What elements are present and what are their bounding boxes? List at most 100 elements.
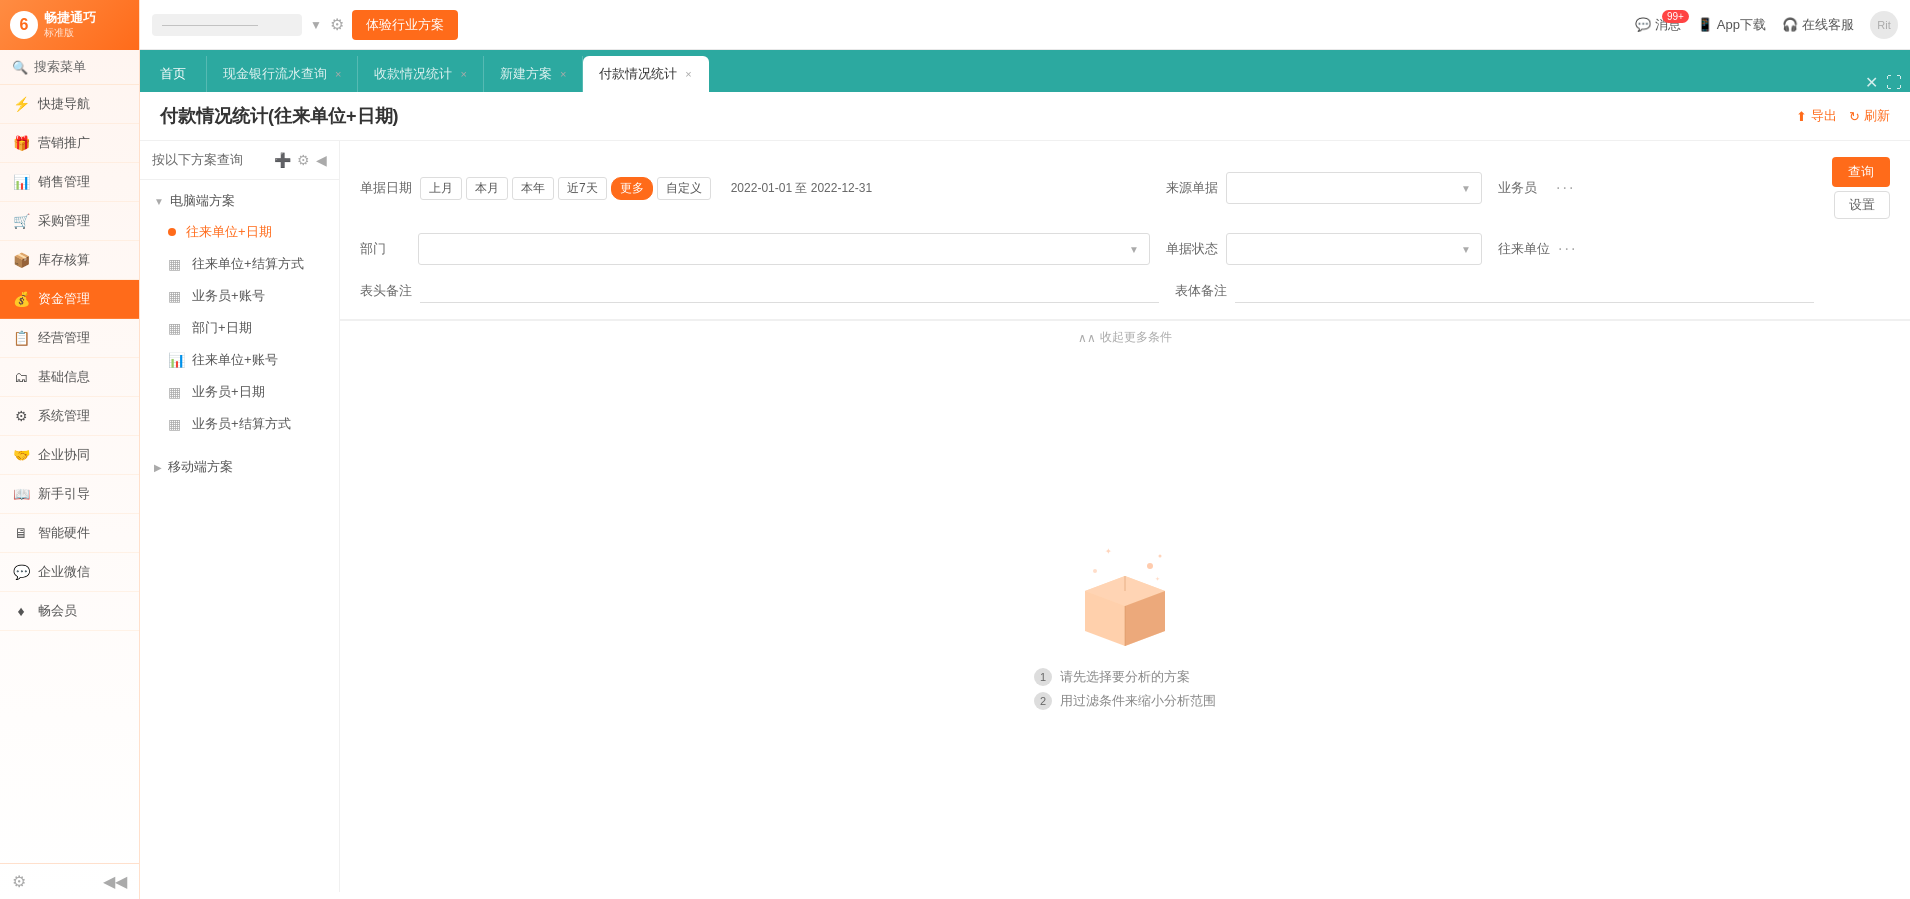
mobile-group-arrow-icon: ▶: [154, 462, 162, 473]
collapse-bar[interactable]: ∧∧ 收起更多条件: [340, 320, 1910, 354]
left-panel-header: 按以下方案查询 ➕ ⚙ ◀: [140, 141, 339, 180]
scheme-unit-account[interactable]: 📊 往来单位+账号: [140, 344, 339, 376]
empty-illustration: ✦ ✦: [1065, 536, 1185, 656]
add-scheme-icon[interactable]: ➕: [274, 152, 291, 168]
filter-actions: 查询 设置: [1830, 157, 1890, 219]
settings-gear-icon[interactable]: ⚙: [12, 872, 26, 891]
step-1-num: 1: [1034, 668, 1052, 686]
scheme-unit-date[interactable]: 往来单位+日期: [140, 216, 339, 248]
unit-label: 往来单位: [1498, 240, 1550, 258]
inventory-icon: 📦: [12, 251, 30, 269]
address-bar[interactable]: ————————: [152, 14, 302, 36]
right-panel: 单据日期 上月 本月 本年 近7天 更多 自定义 2022-01-01 至 20…: [340, 141, 1910, 892]
sidebar-item-guide[interactable]: 📖 新手引导: [0, 475, 139, 514]
collapse-sidebar-icon[interactable]: ◀◀: [103, 872, 127, 891]
sidebar-item-basic[interactable]: 🗂 基础信息: [0, 358, 139, 397]
chevron-down-icon[interactable]: ▼: [310, 18, 322, 32]
header-note-input[interactable]: [420, 279, 1159, 303]
tab-home[interactable]: 首页: [140, 56, 207, 92]
scheme-dept-date[interactable]: ▦ 部门+日期: [140, 312, 339, 344]
sidebar-item-system[interactable]: ⚙ 系统管理: [0, 397, 139, 436]
sidebar-item-wechat[interactable]: 💬 企业微信: [0, 553, 139, 592]
tab-home-label: 首页: [160, 65, 186, 83]
more-date-btn[interactable]: 更多: [611, 177, 653, 200]
sidebar-item-purchase[interactable]: 🛒 采购管理: [0, 202, 139, 241]
tab-new-plan-close[interactable]: ×: [560, 68, 566, 80]
scheme-settings-icon[interactable]: ⚙: [297, 152, 310, 168]
topbar-gear-icon[interactable]: ⚙: [330, 15, 344, 34]
tab-payment-stat-label: 付款情况统计: [599, 65, 677, 83]
this-month-btn[interactable]: 本月: [466, 177, 508, 200]
page-header: 付款情况统计(往来单位+日期) ⬆ 导出 ↻ 刷新: [140, 92, 1910, 141]
body-note-label: 表体备注: [1175, 282, 1227, 300]
filter-body-note: 表体备注: [1175, 279, 1814, 303]
search-label: 搜索菜单: [34, 58, 86, 76]
dept-select[interactable]: ▼: [418, 233, 1150, 265]
tabbar: 首页 现金银行流水查询 × 收款情况统计 × 新建方案 × 付款情况统计 × ✕…: [140, 50, 1910, 92]
trial-button[interactable]: 体验行业方案: [352, 10, 458, 40]
scheme-staff-settle[interactable]: ▦ 业务员+结算方式: [140, 408, 339, 440]
close-all-tabs-icon[interactable]: ✕: [1865, 73, 1878, 92]
scheme-grid-icon: ▦: [168, 320, 184, 336]
sidebar-item-corp[interactable]: 🤝 企业协同: [0, 436, 139, 475]
tab-new-plan[interactable]: 新建方案 ×: [484, 56, 583, 92]
search-menu[interactable]: 🔍 搜索菜单: [0, 50, 139, 85]
source-select[interactable]: ▼: [1226, 172, 1482, 204]
staff-more-icon[interactable]: ···: [1556, 179, 1575, 197]
marketing-icon: 🎁: [12, 134, 30, 152]
tab-payment-stat[interactable]: 付款情况统计 ×: [583, 56, 708, 92]
sidebar-item-inventory[interactable]: 📦 库存核算: [0, 241, 139, 280]
sidebar-item-hardware[interactable]: 🖥 智能硬件: [0, 514, 139, 553]
sidebar-item-quick-nav[interactable]: ⚡ 快捷导航: [0, 85, 139, 124]
search-icon: 🔍: [12, 60, 28, 75]
export-button[interactable]: ⬆ 导出: [1796, 107, 1837, 125]
bill-status-arrow-icon: ▼: [1461, 244, 1471, 255]
settings-button[interactable]: 设置: [1834, 191, 1890, 219]
refresh-button[interactable]: ↻ 刷新: [1849, 107, 1890, 125]
tab-receipt-stat[interactable]: 收款情况统计 ×: [358, 56, 483, 92]
bill-status-select[interactable]: ▼: [1226, 233, 1482, 265]
last-month-btn[interactable]: 上月: [420, 177, 462, 200]
app-download-label: App下载: [1717, 16, 1766, 34]
member-icon: ♦: [12, 602, 30, 620]
sidebar-item-finance[interactable]: 💰 资金管理: [0, 280, 139, 319]
last-7days-btn[interactable]: 近7天: [558, 177, 607, 200]
operation-icon: 📋: [12, 329, 30, 347]
messages-button[interactable]: 💬 消息 99+: [1635, 16, 1681, 34]
purchase-icon: 🛒: [12, 212, 30, 230]
app-download-button[interactable]: 📱 App下载: [1697, 16, 1766, 34]
nav-label: 采购管理: [38, 212, 90, 230]
nav-label: 库存核算: [38, 251, 90, 269]
sidebar-item-marketing[interactable]: 🎁 营销推广: [0, 124, 139, 163]
scheme-label: 业务员+账号: [192, 287, 265, 305]
unit-more-icon[interactable]: ···: [1558, 240, 1577, 258]
this-year-btn[interactable]: 本年: [512, 177, 554, 200]
svg-text:✦: ✦: [1105, 547, 1112, 556]
sidebar-item-member[interactable]: ♦ 畅会员: [0, 592, 139, 631]
tab-payment-stat-close[interactable]: ×: [685, 68, 691, 80]
filter-row-1: 单据日期 上月 本月 本年 近7天 更多 自定义 2022-01-01 至 20…: [360, 157, 1890, 219]
tab-bank-flow[interactable]: 现金银行流水查询 ×: [207, 56, 358, 92]
maximize-icon[interactable]: ⛶: [1886, 74, 1902, 92]
collapse-panel-icon[interactable]: ◀: [316, 152, 327, 168]
scheme-staff-date[interactable]: ▦ 业务员+日期: [140, 376, 339, 408]
scheme-grid-icon: ▦: [168, 384, 184, 400]
address-text: ————————: [162, 18, 258, 32]
body-note-input[interactable]: [1235, 279, 1814, 303]
query-button[interactable]: 查询: [1832, 157, 1890, 187]
scheme-unit-settle[interactable]: ▦ 往来单位+结算方式: [140, 248, 339, 280]
date-buttons: 上月 本月 本年 近7天 更多 自定义: [420, 177, 711, 200]
finance-icon: 💰: [12, 290, 30, 308]
tab-receipt-stat-close[interactable]: ×: [460, 68, 466, 80]
nav-label: 经营管理: [38, 329, 90, 347]
mobile-group-header[interactable]: ▶ 移动端方案: [140, 452, 339, 482]
scheme-staff-account[interactable]: ▦ 业务员+账号: [140, 280, 339, 312]
sidebar-item-sales[interactable]: 📊 销售管理: [0, 163, 139, 202]
online-service-button[interactable]: 🎧 在线客服: [1782, 16, 1854, 34]
custom-date-btn[interactable]: 自定义: [657, 177, 711, 200]
desktop-group-header[interactable]: ▼ 电脑端方案: [140, 186, 339, 216]
avatar[interactable]: Rit: [1870, 11, 1898, 39]
tab-bank-flow-close[interactable]: ×: [335, 68, 341, 80]
sidebar-item-operation[interactable]: 📋 经营管理: [0, 319, 139, 358]
system-icon: ⚙: [12, 407, 30, 425]
